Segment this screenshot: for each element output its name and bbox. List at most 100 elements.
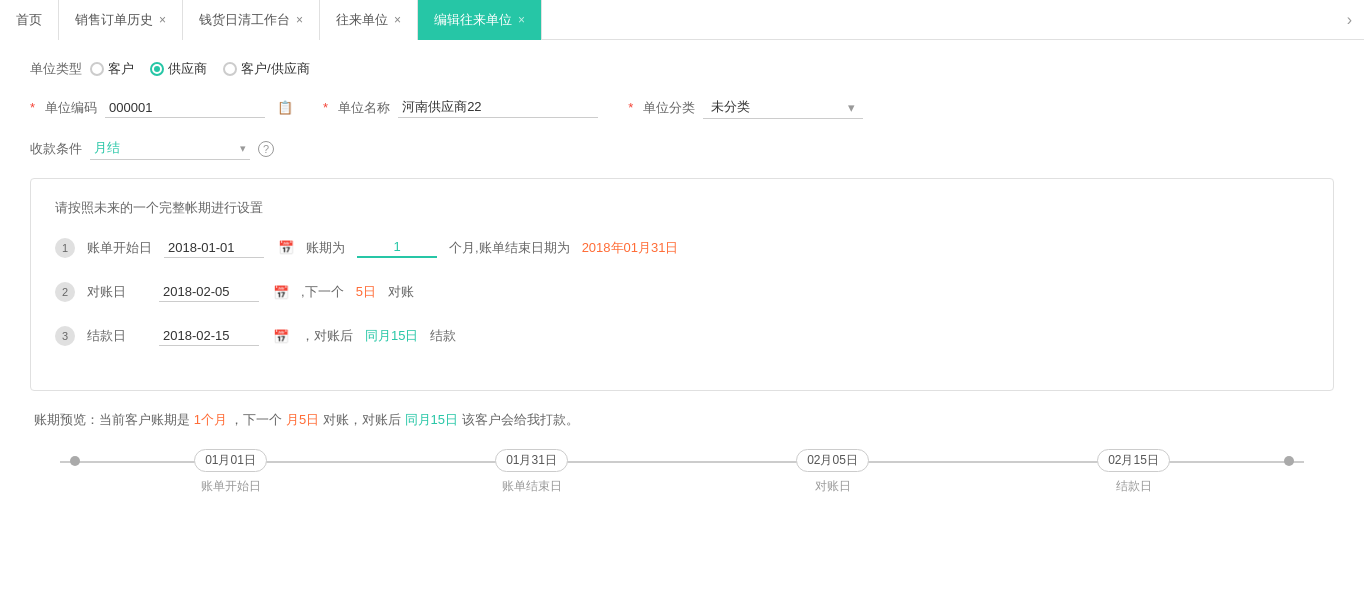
tab-home-label: 首页 — [16, 11, 42, 29]
timeline-start-end-dot-left — [70, 456, 80, 466]
unit-category-label: 单位分类 — [643, 99, 695, 117]
reconcile-pre-label: ,下一个 — [301, 283, 344, 301]
unit-type-row: 单位类型 客户 供应商 客户/供应商 — [30, 60, 1334, 78]
preview-suffix: 该客户会给我打款。 — [462, 412, 579, 427]
setting-label-2: 对账日 — [87, 283, 147, 301]
tab-partner-units-label: 往来单位 — [336, 11, 388, 29]
unit-name-label: 单位名称 — [338, 99, 390, 117]
unit-category-select[interactable]: 未分类 ▾ — [703, 96, 863, 119]
radio-supplier-circle — [150, 62, 164, 76]
timeline-point-3: 02月05日 对账日 — [682, 449, 983, 495]
unit-category-value: 未分类 — [711, 98, 750, 116]
payment-terms-field: 收款条件 月结 ▾ ? — [30, 137, 274, 160]
reconcile-date-input[interactable] — [159, 282, 259, 302]
unit-code-star: * — [30, 100, 35, 115]
unit-category-field: * 单位分类 未分类 ▾ — [628, 96, 863, 119]
settings-title: 请按照未来的一个完整帐期进行设置 — [55, 199, 1309, 217]
payment-date-input[interactable] — [159, 326, 259, 346]
setting-row-3: 3 结款日 📅 ，对账后 同月15日 结款 — [55, 326, 1309, 346]
main-content: 单位类型 客户 供应商 客户/供应商 — [0, 40, 1364, 608]
setting-label-3: 结款日 — [87, 327, 147, 345]
copy-icon[interactable]: 📋 — [277, 100, 293, 115]
unit-category-star: * — [628, 100, 633, 115]
payment-terms-label: 收款条件 — [30, 140, 82, 158]
radio-customer-circle — [90, 62, 104, 76]
tab-partner-units[interactable]: 往来单位 × — [320, 0, 418, 40]
period-value-input[interactable] — [357, 237, 437, 258]
tab-edit-partner-close[interactable]: × — [518, 13, 525, 27]
timeline-end-dot-right — [1284, 456, 1294, 466]
preview-prefix: 账期预览：当前客户账期是 — [34, 412, 190, 427]
timeline: 01月01日 账单开始日 01月31日 账单结束日 02月05日 对账日 02月… — [70, 449, 1294, 495]
unit-category-arrow-icon: ▾ — [848, 100, 855, 115]
radio-both[interactable]: 客户/供应商 — [223, 60, 310, 78]
start-date-input[interactable] — [164, 238, 264, 258]
timeline-date-2: 01月31日 — [495, 449, 568, 472]
radio-group-unit-type: 客户 供应商 客户/供应商 — [90, 60, 310, 78]
timeline-caption-1: 账单开始日 — [201, 478, 261, 495]
timeline-left-dot — [70, 456, 80, 466]
radio-both-circle — [223, 62, 237, 76]
end-date-highlight: 2018年01月31日 — [582, 239, 679, 257]
tabs-bar: 首页 销售订单历史 × 钱货日清工作台 × 往来单位 × 编辑往来单位 × › — [0, 0, 1364, 40]
radio-customer[interactable]: 客户 — [90, 60, 134, 78]
tab-edit-partner-label: 编辑往来单位 — [434, 11, 512, 29]
setting-num-3: 3 — [55, 326, 75, 346]
tab-cash-desk-label: 钱货日清工作台 — [199, 11, 290, 29]
preview-reconcile: 月5日 — [286, 412, 319, 427]
tab-sales-history[interactable]: 销售订单历史 × — [59, 0, 183, 40]
unit-code-field: * 单位编码 📋 — [30, 98, 293, 118]
tab-sales-history-close[interactable]: × — [159, 13, 166, 27]
payment-terms-select[interactable]: 月结 ▾ — [90, 137, 250, 160]
reconcile-date-calendar-icon[interactable]: 📅 — [273, 285, 289, 300]
unit-type-field: 单位类型 客户 供应商 客户/供应商 — [30, 60, 310, 78]
unit-info-row: * 单位编码 📋 * 单位名称 * 单位分类 未分类 ▾ — [30, 96, 1334, 119]
reconcile-post-label: 对账 — [388, 283, 414, 301]
tab-edit-partner[interactable]: 编辑往来单位 × — [418, 0, 542, 40]
payment-pre-label: ，对账后 — [301, 327, 353, 345]
preview-period: 1个月 — [194, 412, 227, 427]
unit-type-label: 单位类型 — [30, 60, 82, 78]
preview-section: 账期预览：当前客户账期是 1个月 ，下一个 月5日 对账，对账后 同月15日 该… — [30, 411, 1334, 429]
timeline-date-3: 02月05日 — [796, 449, 869, 472]
preview-payment: 同月15日 — [405, 412, 458, 427]
payment-terms-arrow-icon: ▾ — [240, 142, 246, 155]
timeline-point-4: 02月15日 结款日 — [983, 449, 1284, 495]
timeline-container: 01月01日 账单开始日 01月31日 账单结束日 02月05日 对账日 02月… — [30, 449, 1334, 495]
radio-supplier[interactable]: 供应商 — [150, 60, 207, 78]
settings-box: 请按照未来的一个完整帐期进行设置 1 账单开始日 📅 账期为 个月,账单结束日期… — [30, 178, 1334, 391]
setting-num-2: 2 — [55, 282, 75, 302]
timeline-caption-4: 结款日 — [1116, 478, 1152, 495]
payment-post-label: 结款 — [430, 327, 456, 345]
preview-mid2: 对账，对账后 — [323, 412, 401, 427]
tab-cash-desk-close[interactable]: × — [296, 13, 303, 27]
unit-code-input[interactable] — [105, 98, 265, 118]
period-pre-label: 账期为 — [306, 239, 345, 257]
setting-num-1: 1 — [55, 238, 75, 258]
setting-row-2: 2 对账日 📅 ,下一个 5日 对账 — [55, 282, 1309, 302]
setting-label-1: 账单开始日 — [87, 239, 152, 257]
period-post-label: 个月,账单结束日期为 — [449, 239, 570, 257]
timeline-date-1: 01月01日 — [194, 449, 267, 472]
radio-customer-label: 客户 — [108, 60, 134, 78]
timeline-caption-2: 账单结束日 — [502, 478, 562, 495]
tab-home[interactable]: 首页 — [0, 0, 59, 40]
payment-terms-row: 收款条件 月结 ▾ ? — [30, 137, 1334, 160]
timeline-caption-3: 对账日 — [815, 478, 851, 495]
timeline-point-1: 01月01日 账单开始日 — [80, 449, 381, 495]
payment-terms-help-icon[interactable]: ? — [258, 141, 274, 157]
timeline-date-4: 02月15日 — [1097, 449, 1170, 472]
tab-cash-desk[interactable]: 钱货日清工作台 × — [183, 0, 320, 40]
tab-more-button[interactable]: › — [1335, 11, 1364, 29]
tab-partner-units-close[interactable]: × — [394, 13, 401, 27]
unit-name-field: * 单位名称 — [323, 98, 598, 118]
timeline-point-2: 01月31日 账单结束日 — [381, 449, 682, 495]
unit-name-input[interactable] — [398, 98, 598, 118]
unit-code-label: 单位编码 — [45, 99, 97, 117]
radio-both-label: 客户/供应商 — [241, 60, 310, 78]
payment-date-calendar-icon[interactable]: 📅 — [273, 329, 289, 344]
radio-supplier-dot — [154, 66, 160, 72]
start-date-calendar-icon[interactable]: 📅 — [278, 240, 294, 255]
timeline-right-dot — [1284, 456, 1294, 466]
setting-row-1: 1 账单开始日 📅 账期为 个月,账单结束日期为 2018年01月31日 — [55, 237, 1309, 258]
